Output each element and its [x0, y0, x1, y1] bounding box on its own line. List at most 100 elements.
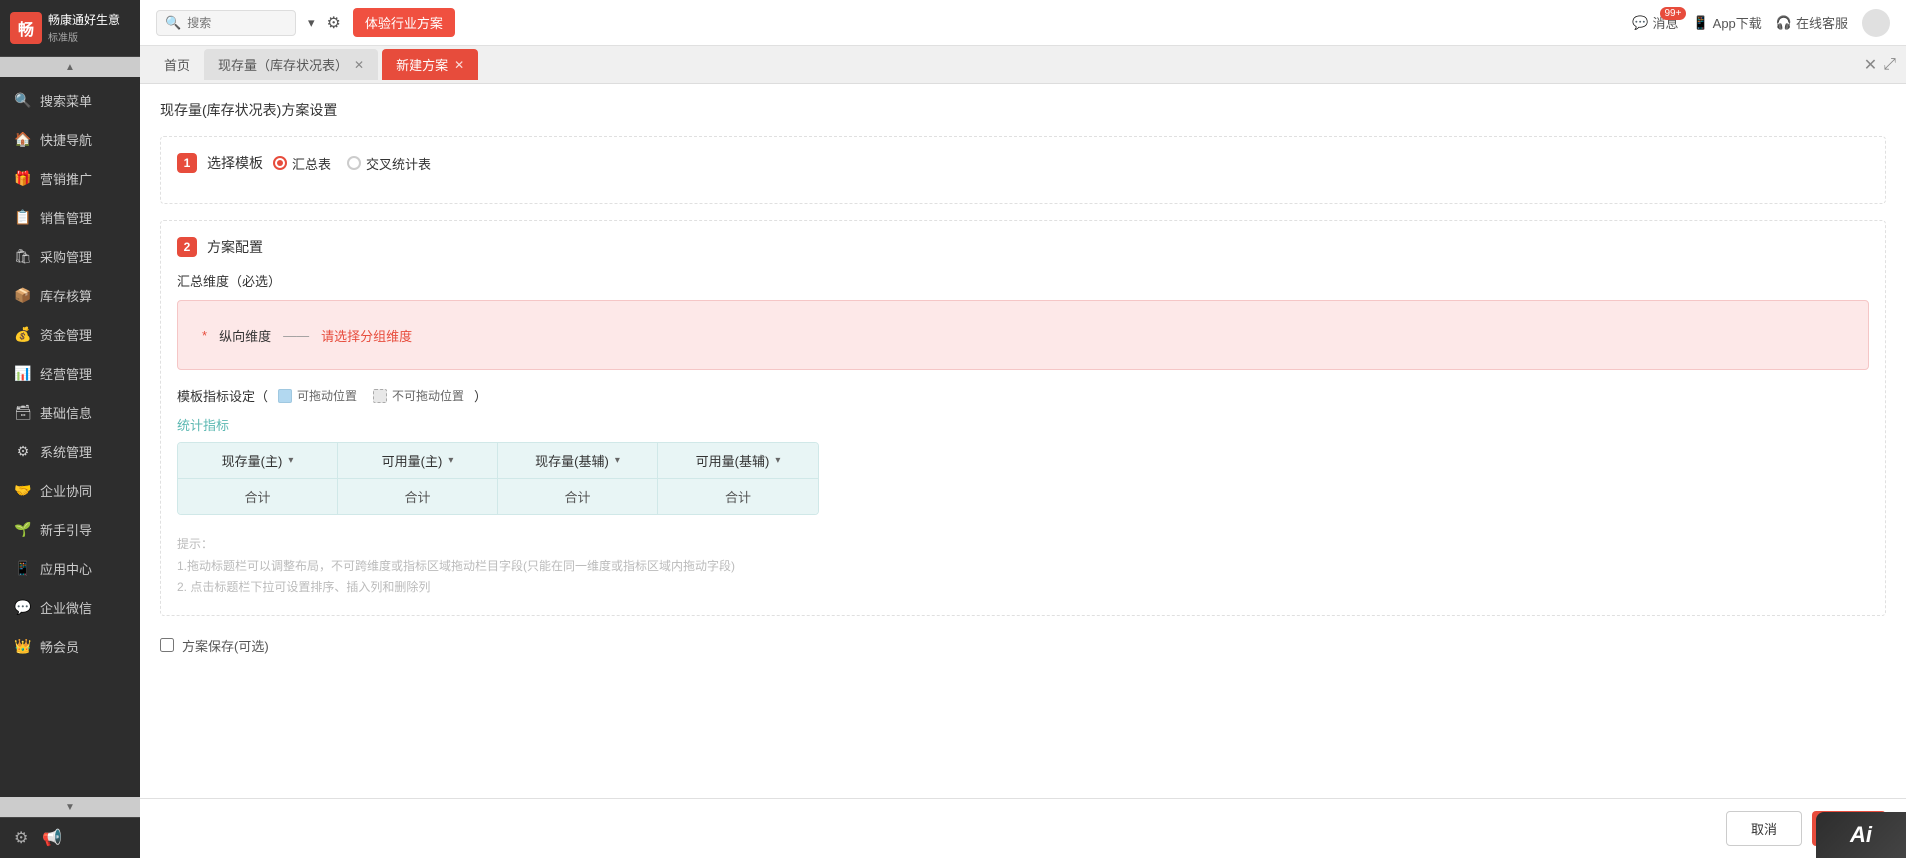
- notification-button[interactable]: 💬 消息 99+: [1632, 13, 1678, 32]
- dim-dash: ——: [283, 328, 309, 343]
- gift-icon: 🎁: [14, 170, 32, 188]
- tab-new-close[interactable]: ✕: [454, 58, 464, 72]
- sidebar-item-newcomer[interactable]: 🌱 新手引导: [0, 510, 140, 549]
- customer-service-button[interactable]: 🎧 在线客服: [1776, 13, 1848, 32]
- app-version: 标准版: [48, 29, 120, 44]
- tips-item-0: 1.拖动标题栏可以调整布局，不可跨维度或指标区域拖动栏目字段(只能在同一维度或指…: [177, 556, 1869, 578]
- enterprise-icon: 🤝: [14, 482, 32, 500]
- tips-title: 提示：: [177, 537, 213, 551]
- member-icon: 👑: [14, 638, 32, 656]
- settings-icon[interactable]: ⚙: [14, 828, 28, 848]
- wechat-icon: 💬: [14, 599, 32, 617]
- app-download-button[interactable]: 📱 App下载: [1692, 13, 1761, 32]
- tab-inventory-close[interactable]: ✕: [354, 58, 364, 72]
- col-header-label-0: 现存量(主): [222, 451, 283, 470]
- sidebar-item-finance[interactable]: 💰 资金管理: [0, 315, 140, 354]
- col-header-label-2: 现存量(基辅): [535, 451, 609, 470]
- user-avatar-button[interactable]: [1862, 9, 1890, 37]
- sidebar-item-marketing[interactable]: 🎁 营销推广: [0, 159, 140, 198]
- col-chevron-1: ▾: [448, 455, 453, 466]
- section-template: 1 选择模板 汇总表 交叉统计表: [160, 136, 1886, 204]
- save-checkbox[interactable]: [160, 638, 174, 652]
- tab-home[interactable]: 首页: [150, 49, 204, 80]
- legend-non-draggable: 不可拖动位置: [373, 387, 464, 404]
- tab-inventory[interactable]: 现存量（库存状况表） ✕: [204, 49, 378, 80]
- sidebar-item-quick-nav[interactable]: 🏠 快捷导航: [0, 120, 140, 159]
- scroll-down-button[interactable]: ▼: [0, 797, 140, 817]
- indicator-label-row: 模板指标设定（ 可拖动位置 不可拖动位置 ）: [177, 386, 1869, 405]
- sidebar-item-appstore[interactable]: 📱 应用中心: [0, 549, 140, 588]
- topbar-right: 💬 消息 99+ 📱 App下载 🎧 在线客服: [1632, 9, 1890, 37]
- window-maximize-button[interactable]: ⤢: [1883, 56, 1896, 74]
- cancel-button[interactable]: 取消: [1726, 811, 1802, 846]
- legend-non-draggable-label: 不可拖动位置: [392, 387, 464, 404]
- basic-icon: 🗃: [14, 404, 32, 422]
- radio-summary-label: 汇总表: [292, 154, 331, 173]
- sidebar-item-purchase[interactable]: 🛍 采购管理: [0, 237, 140, 276]
- sidebar-item-system[interactable]: ⚙ 系统管理: [0, 432, 140, 471]
- notification-badge: 99+: [1660, 7, 1687, 20]
- tips-item-1: 2. 点击标题栏下拉可设置排序、插入列和删除列: [177, 577, 1869, 599]
- stats-section-label: 统计指标: [177, 415, 1869, 434]
- legend-draggable-label: 可拖动位置: [297, 387, 357, 404]
- col-chevron-0: ▾: [288, 455, 293, 466]
- radio-cross-table[interactable]: 交叉统计表: [347, 154, 431, 173]
- tab-new-scheme[interactable]: 新建方案 ✕: [382, 49, 478, 80]
- trial-button[interactable]: 体验行业方案: [353, 8, 455, 37]
- save-row: 方案保存(可选): [160, 636, 1886, 655]
- tabbar: 首页 现存量（库存状况表） ✕ 新建方案 ✕ ✕ ⤢: [140, 46, 1906, 84]
- customer-service-label: 在线客服: [1796, 13, 1848, 32]
- headset-icon: 🎧: [1776, 15, 1792, 31]
- sidebar-item-basic[interactable]: 🗃 基础信息: [0, 393, 140, 432]
- window-close-button[interactable]: ✕: [1864, 55, 1877, 75]
- sales-icon: 📋: [14, 209, 32, 227]
- indicator-label-close: ）: [474, 386, 487, 405]
- sidebar-item-enterprise[interactable]: 🤝 企业协同: [0, 471, 140, 510]
- sidebar-item-search[interactable]: 🔍 搜索菜单: [0, 81, 140, 120]
- sidebar-item-management[interactable]: 📊 经营管理: [0, 354, 140, 393]
- search-icon: 🔍: [14, 92, 32, 110]
- main-area: 🔍 ▾ ⚙ 体验行业方案 💬 消息 99+ 📱 App下载 🎧 在线客服: [140, 0, 1906, 858]
- footer-bar: 取消 查询: [140, 798, 1906, 858]
- radio-summary-table[interactable]: 汇总表: [273, 154, 331, 173]
- section2-title: 方案配置: [207, 237, 263, 257]
- tab-inventory-label: 现存量（库存状况表）: [218, 55, 348, 74]
- sidebar-item-wechat[interactable]: 💬 企业微信: [0, 588, 140, 627]
- topbar-dropdown[interactable]: ▾: [308, 15, 315, 31]
- message-icon: 💬: [1632, 15, 1648, 31]
- sidebar-item-label: 基础信息: [40, 403, 92, 422]
- sidebar-item-label: 快捷导航: [40, 130, 92, 149]
- sidebar-item-label: 新手引导: [40, 520, 92, 539]
- speaker-icon[interactable]: 📢: [42, 828, 62, 848]
- gear-icon[interactable]: ⚙: [327, 13, 341, 33]
- stats-col-header-0[interactable]: 现存量(主) ▾: [178, 443, 337, 479]
- app-name: 畅康通好生意: [48, 12, 120, 29]
- topbar-search-box[interactable]: 🔍: [156, 10, 296, 36]
- indicator-label-text: 模板指标设定（: [177, 386, 268, 405]
- content-area: 现存量(库存状况表)方案设置 1 选择模板 汇总表 交叉统计表: [140, 84, 1906, 798]
- scroll-up-button[interactable]: ▲: [0, 57, 140, 77]
- sidebar-item-inventory[interactable]: 📦 库存核算: [0, 276, 140, 315]
- dim-label: 汇总维度（必选）: [177, 271, 1869, 290]
- stats-col-header-1[interactable]: 可用量(主) ▾: [338, 443, 497, 479]
- sidebar-item-label: 搜索菜单: [40, 91, 92, 110]
- newcomer-icon: 🌱: [14, 521, 32, 539]
- sidebar-logo: 畅 畅康通好生意 标准版: [0, 0, 140, 57]
- col-chevron-3: ▾: [775, 455, 780, 466]
- draggable-box: [278, 389, 292, 403]
- avatar: [1862, 9, 1890, 37]
- sidebar-item-sales[interactable]: 📋 销售管理: [0, 198, 140, 237]
- sidebar-item-label: 应用中心: [40, 559, 92, 578]
- sidebar-item-member[interactable]: 👑 畅会员: [0, 627, 140, 666]
- page-title: 现存量(库存状况表)方案设置: [160, 100, 1886, 120]
- col-header-label-3: 可用量(基辅): [696, 451, 770, 470]
- sidebar-item-label: 销售管理: [40, 208, 92, 227]
- search-input[interactable]: [187, 16, 287, 30]
- save-label: 方案保存(可选): [182, 636, 269, 655]
- search-icon: 🔍: [165, 15, 181, 31]
- ai-float-button[interactable]: Ai: [1816, 812, 1906, 858]
- stats-col-header-3[interactable]: 可用量(基辅) ▾: [658, 443, 818, 479]
- stats-col-header-2[interactable]: 现存量(基辅) ▾: [498, 443, 657, 479]
- sidebar-nav: 🔍 搜索菜单 🏠 快捷导航 🎁 营销推广 📋 销售管理 🛍 采购管理 📦 库存核…: [0, 77, 140, 797]
- sidebar: 畅 畅康通好生意 标准版 ▲ 🔍 搜索菜单 🏠 快捷导航 🎁 营销推广 📋 销售…: [0, 0, 140, 858]
